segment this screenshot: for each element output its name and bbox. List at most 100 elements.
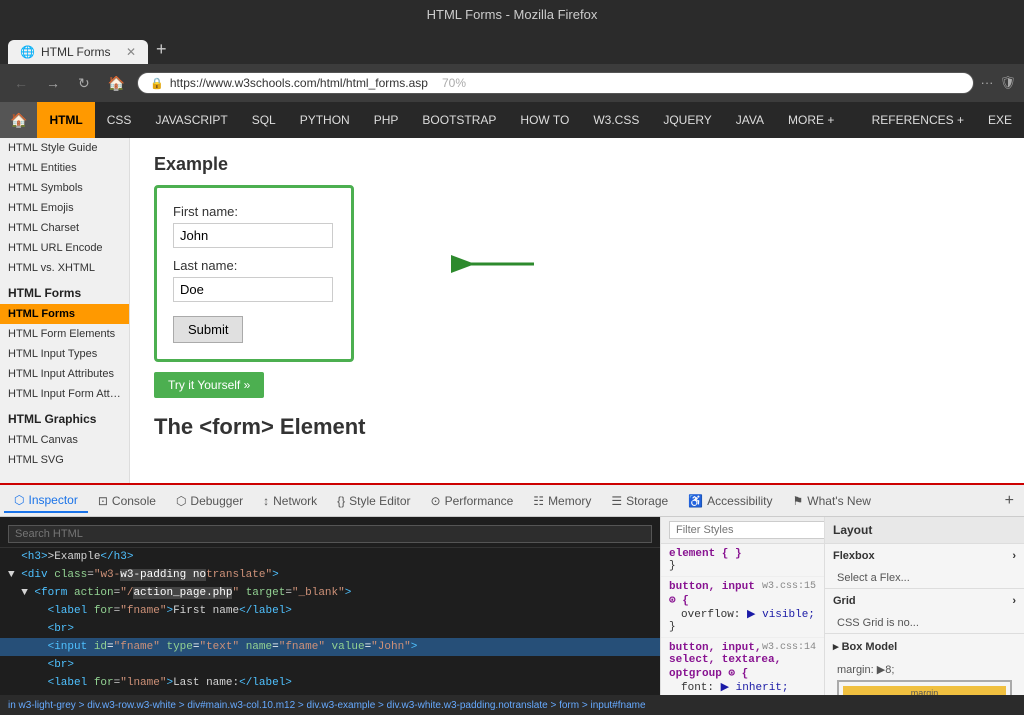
sidebar-item-xhtml[interactable]: HTML vs. XHTML	[0, 258, 129, 278]
box-model-content: margin: ▶8; margin border	[825, 659, 1024, 695]
devtools-tab-inspector[interactable]: ⬡ Inspector	[4, 489, 88, 513]
layout-panel: Layout Flexbox › Select a Flex... Grid ›…	[824, 517, 1024, 695]
devtools-tab-accessibility[interactable]: ♿ Accessibility	[678, 490, 782, 512]
nav-item-exercises[interactable]: EXE	[976, 107, 1024, 133]
sidebar-item-input-attrs[interactable]: HTML Input Attributes	[0, 364, 129, 384]
sidebar-item-style-guide[interactable]: HTML Style Guide	[0, 138, 129, 158]
address-text: https://www.w3schools.com/html/html_form…	[170, 76, 428, 90]
nav-item-css[interactable]: CSS	[95, 102, 144, 138]
accessibility-icon: ♿	[688, 494, 703, 508]
last-name-input[interactable]	[173, 277, 333, 302]
back-button[interactable]: ←	[8, 73, 34, 93]
sidebar-item-html-forms[interactable]: HTML Forms	[0, 304, 129, 324]
w3-home-button[interactable]: 🏠	[0, 102, 37, 138]
try-it-button[interactable]: Try it Yourself »	[154, 372, 264, 398]
search-html-input[interactable]	[8, 525, 652, 543]
style-block-button-input-select: w3.css:14 button, input, select, textare…	[661, 638, 824, 695]
debugger-label: Debugger	[190, 494, 243, 508]
sidebar-item-emojis[interactable]: HTML Emojis	[0, 198, 129, 218]
sidebar-item-svg[interactable]: HTML SVG	[0, 450, 129, 470]
sidebar-item-canvas[interactable]: HTML Canvas	[0, 430, 129, 450]
sidebar-item-entities[interactable]: HTML Entities	[0, 158, 129, 178]
nav-item-java[interactable]: JAVA	[724, 102, 776, 138]
nav-item-html[interactable]: HTML	[37, 102, 94, 138]
box-model-title[interactable]: ▸ Box Model	[825, 634, 1024, 659]
nav-item-javascript[interactable]: JAVASCRIPT	[143, 102, 239, 138]
html-panel: <h3>>Example</h3> ▼ <div class="w3-w3-pa…	[0, 517, 660, 695]
performance-icon: ⊙	[431, 494, 441, 508]
accessibility-label: Accessibility	[707, 494, 772, 508]
zoom-level: 70%	[442, 76, 466, 90]
devtools-tab-whats-new[interactable]: ⚑ What's New	[783, 490, 881, 512]
nav-right: REFERENCES + EXE	[860, 107, 1024, 133]
console-icon: ⊡	[98, 494, 108, 508]
memory-icon: ☷	[533, 494, 544, 508]
content-area: Example	[130, 138, 1024, 483]
new-tab-button[interactable]: +	[148, 35, 175, 64]
forward-button[interactable]: →	[40, 73, 66, 93]
flexbox-section: Flexbox › Select a Flex...	[825, 544, 1024, 589]
devtools-toolbar: ⬡ Inspector ⊡ Console ⬡ Debugger ↕ Netwo…	[0, 485, 1024, 517]
sidebar-item-input-types[interactable]: HTML Input Types	[0, 344, 129, 364]
nav-item-bootstrap[interactable]: BOOTSTRAP	[410, 102, 508, 138]
devtools-tab-storage[interactable]: ☰ Storage	[601, 490, 678, 512]
shield-button[interactable]: 🛡	[999, 75, 1016, 91]
nav-item-w3css[interactable]: W3.CSS	[581, 102, 651, 138]
filter-styles-input[interactable]	[669, 521, 824, 539]
nav-item-references[interactable]: REFERENCES +	[860, 107, 976, 133]
devtools-content: <h3>>Example</h3> ▼ <div class="w3-w3-pa…	[0, 517, 1024, 695]
breadcrumb-bar: in w3-light-grey > div.w3-row.w3-white >…	[0, 695, 1024, 715]
lock-icon: 🔒	[150, 77, 164, 90]
address-bar[interactable]: 🔒 https://www.w3schools.com/html/html_fo…	[137, 72, 974, 94]
last-name-label: Last name:	[173, 258, 335, 273]
storage-icon: ☰	[611, 494, 622, 508]
devtools-tab-memory[interactable]: ☷ Memory	[523, 490, 601, 512]
sidebar-item-form-elements[interactable]: HTML Form Elements	[0, 324, 129, 344]
performance-label: Performance	[445, 494, 514, 508]
grid-label: Grid	[833, 595, 856, 607]
nav-item-python[interactable]: PYTHON	[288, 102, 362, 138]
search-html-bar	[0, 521, 660, 548]
html-line-6: <input id="fname" type="text" name="fnam…	[0, 638, 660, 656]
sidebar-item-charset[interactable]: HTML Charset	[0, 218, 129, 238]
reload-button[interactable]: ↻	[72, 73, 96, 94]
first-name-input[interactable]	[173, 223, 333, 248]
submit-button[interactable]: Submit	[173, 316, 243, 343]
html-line-1: <h3>>Example</h3>	[0, 548, 660, 566]
menu-button[interactable]: ···	[980, 75, 993, 91]
flexbox-content: Select a Flex...	[825, 568, 1024, 588]
window-title: HTML Forms - Mozilla Firefox	[427, 7, 598, 22]
devtools-tab-console[interactable]: ⊡ Console	[88, 490, 166, 512]
whats-new-label: What's New	[807, 494, 871, 508]
html-line-3: ▼ <form action="/action_page.php" target…	[0, 584, 660, 602]
browser-tab-html-forms[interactable]: 🌐 HTML Forms ✕	[8, 40, 148, 64]
html-line-8: <label for="lname">Last name:</label>	[0, 674, 660, 692]
devtools-tab-debugger[interactable]: ⬡ Debugger	[166, 490, 253, 512]
html-line-7: <br>	[0, 656, 660, 674]
devtools-tab-network[interactable]: ↕ Network	[253, 490, 327, 512]
whats-new-icon: ⚑	[793, 494, 804, 508]
devtools-tab-performance[interactable]: ⊙ Performance	[421, 490, 524, 512]
nav-item-jquery[interactable]: JQUERY	[651, 102, 723, 138]
tab-close-button[interactable]: ✕	[126, 45, 136, 59]
network-icon: ↕	[263, 494, 269, 508]
nav-item-howto[interactable]: HOW TO	[508, 102, 581, 138]
nav-item-more[interactable]: MORE +	[776, 102, 846, 138]
flexbox-title[interactable]: Flexbox ›	[825, 544, 1024, 568]
nav-item-php[interactable]: PHP	[362, 102, 411, 138]
layout-panel-title: Layout	[825, 517, 1024, 543]
sidebar-item-url-encode[interactable]: HTML URL Encode	[0, 238, 129, 258]
box-model-diagram: margin border	[837, 680, 1012, 695]
home-button[interactable]: 🏠	[102, 73, 131, 94]
grid-chevron: ›	[1012, 595, 1016, 607]
grid-title[interactable]: Grid ›	[825, 589, 1024, 613]
devtools-tab-style-editor[interactable]: {} Style Editor	[327, 490, 420, 512]
sidebar-item-input-form-attrs[interactable]: HTML Input Form Attributes	[0, 384, 129, 404]
nav-item-sql[interactable]: SQL	[240, 102, 288, 138]
example-title: Example	[154, 154, 1000, 175]
box-model-section: ▸ Box Model margin: ▶8; margin border	[825, 634, 1024, 695]
devtools-add-button[interactable]: +	[999, 490, 1020, 512]
devtools-panel: ⬡ Inspector ⊡ Console ⬡ Debugger ↕ Netwo…	[0, 483, 1024, 715]
sidebar-item-symbols[interactable]: HTML Symbols	[0, 178, 129, 198]
example-content: First name: Last name: Submit	[154, 185, 1000, 362]
